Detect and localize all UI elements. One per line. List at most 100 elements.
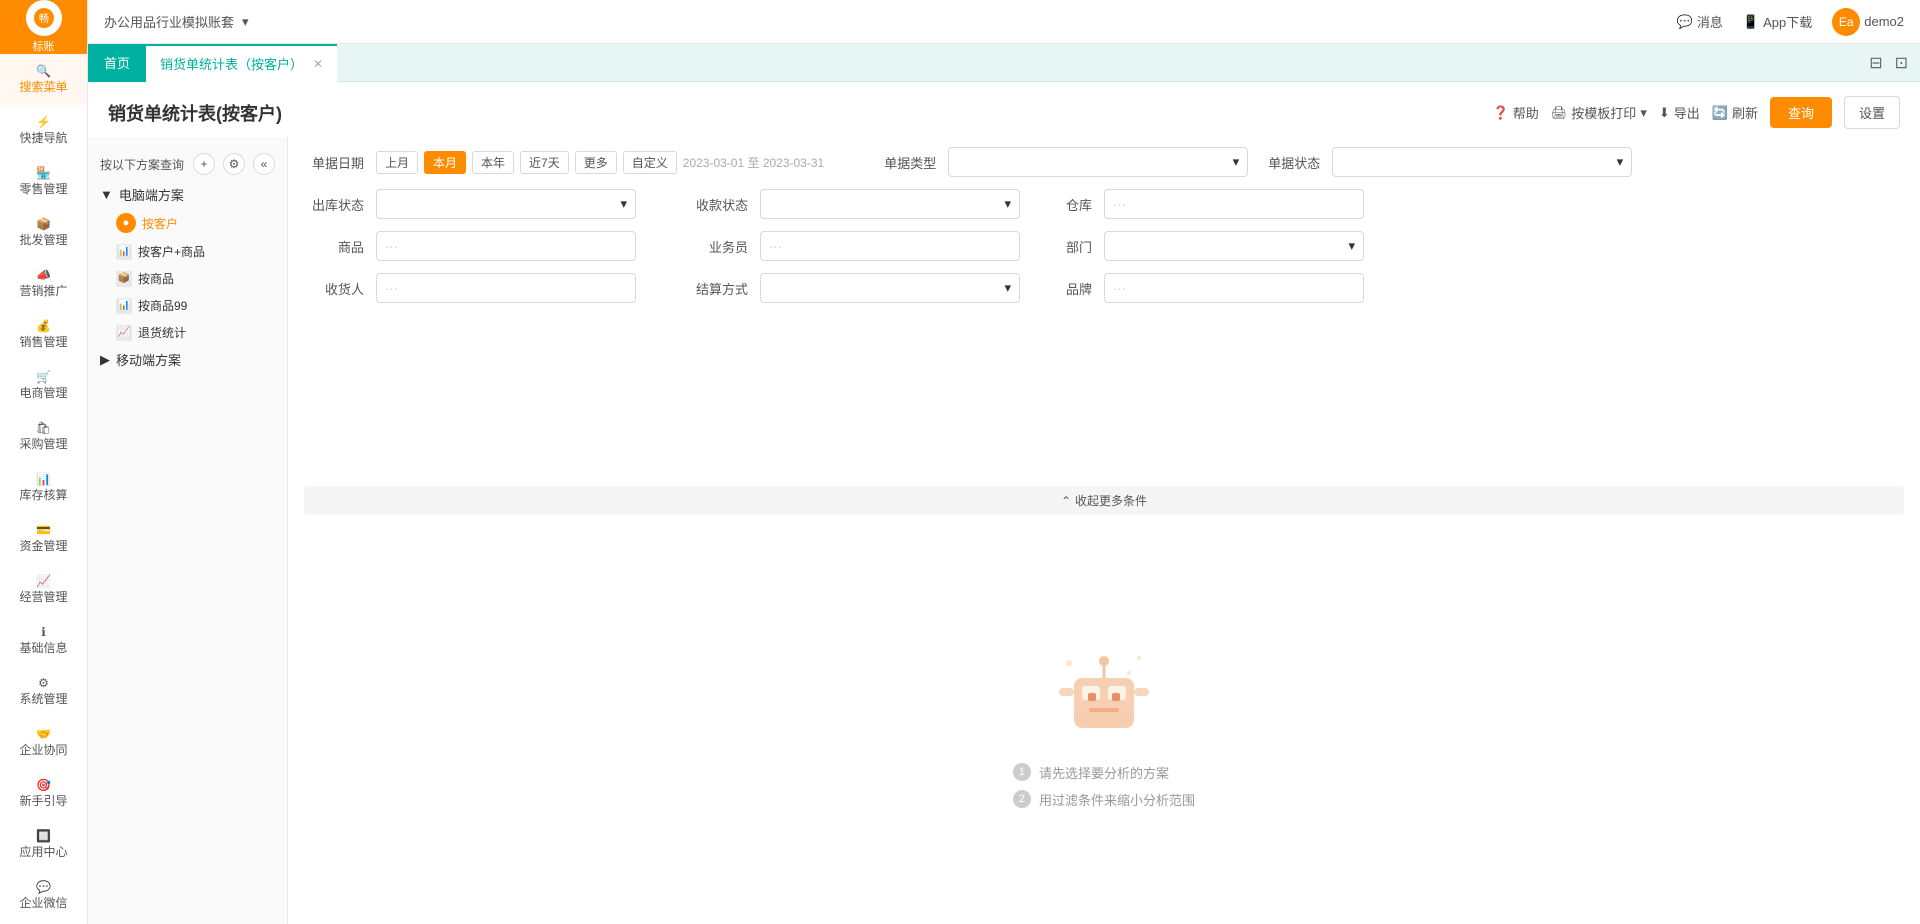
marketing-label: 营销推广: [19, 282, 67, 299]
salesperson-more: ···: [769, 239, 782, 254]
sidebar-item-quicknav[interactable]: ⚡ 快捷导航: [0, 105, 87, 156]
sidebar-item-cooperation[interactable]: 🤝 企业协同: [0, 717, 87, 768]
payment-method-select[interactable]: ▾: [760, 273, 1020, 303]
date-btn-this-year[interactable]: 本年: [472, 151, 514, 174]
app-download-button[interactable]: 📱 App下载: [1743, 12, 1812, 31]
export-label: 导出: [1674, 103, 1700, 122]
page-title: 销货单统计表(按客户): [108, 100, 282, 126]
sidebar-item-basic[interactable]: ℹ 基础信息: [0, 615, 87, 666]
sidebar-item-appcenter[interactable]: 🔲 应用中心: [0, 819, 87, 870]
collapse-bar[interactable]: ⌃ 收起更多条件: [304, 486, 1904, 515]
sidebar-item-sales[interactable]: 💰 销售管理: [0, 309, 87, 360]
refresh-button[interactable]: 🔄 刷新: [1712, 103, 1758, 122]
tabbar: 首页 销货单统计表（按客户） ✕ ⊟ ⊡: [88, 44, 1920, 82]
print-button[interactable]: 🖨 按模板打印 ▾: [1551, 103, 1647, 122]
payment-status-select[interactable]: ▾: [760, 189, 1020, 219]
sidebar-item-marketing[interactable]: 📣 营销推广: [0, 258, 87, 309]
brand-label: 品牌: [1032, 279, 1092, 298]
hint-num-1: 1: [1013, 763, 1031, 781]
empty-illustration: [1044, 623, 1164, 743]
operation-label: 经营管理: [19, 588, 67, 605]
tree-section-pc[interactable]: ▼ 电脑端方案: [88, 181, 287, 208]
payment-status-chevron: ▾: [1004, 196, 1011, 212]
topbar-left: 办公用品行业模拟账套 ▾: [104, 12, 249, 31]
topbar: 办公用品行业模拟账套 ▾ 💬 消息 📱 App下载 Ea demo2: [88, 0, 1920, 44]
query-button[interactable]: 查询: [1770, 97, 1832, 128]
settings-button[interactable]: 设置: [1844, 96, 1900, 129]
product-input[interactable]: ···: [376, 231, 636, 261]
tab-sales-stat-label: 销货单统计表（按客户）: [160, 54, 303, 73]
message-button[interactable]: 💬 消息: [1677, 12, 1723, 31]
chart-icon2: 📊: [116, 298, 132, 314]
tab-minimize-button[interactable]: ⊟: [1865, 49, 1886, 77]
user-profile[interactable]: Ea demo2: [1832, 8, 1904, 36]
date-btn-more[interactable]: 更多: [575, 151, 617, 174]
warehouse-more: ···: [1113, 197, 1126, 212]
purchase-icon: 🛍: [36, 421, 51, 435]
date-btn-last7days[interactable]: 近7天: [520, 151, 569, 174]
brand-input[interactable]: ···: [1104, 273, 1364, 303]
collapse-panel-button[interactable]: «: [253, 153, 275, 175]
date-btn-custom[interactable]: 自定义: [623, 151, 677, 174]
tab-maximize-button[interactable]: ⊡: [1891, 49, 1912, 77]
settings-scheme-button[interactable]: ⚙: [223, 153, 245, 175]
gear-icon: ⚙: [229, 157, 240, 171]
tree-expand-icon: ▼: [100, 187, 113, 202]
empty-hint-2: 2 用过滤条件来缩小分析范围: [1013, 790, 1195, 809]
out-status-select[interactable]: ▾: [376, 189, 636, 219]
guide-icon: 🎯: [36, 778, 51, 792]
print-dropdown-icon: ▾: [1640, 105, 1647, 121]
department-select[interactable]: ▾: [1104, 231, 1364, 261]
sidebar-item-search[interactable]: 🔍 搜索菜单: [0, 54, 87, 105]
tree-collapsed-icon: ▶: [100, 352, 110, 368]
sidebar-item-inventory[interactable]: 📊 库存核算: [0, 462, 87, 513]
filter-area: 单据日期 上月 本月 本年 近7天 更多 自定义 2023-03-01 至 20…: [288, 137, 1920, 486]
date-btn-this-month[interactable]: 本月: [424, 151, 466, 174]
ecommerce-label: 电商管理: [19, 384, 67, 401]
purchase-label: 采购管理: [19, 435, 67, 452]
date-btn-last-month[interactable]: 上月: [376, 151, 418, 174]
export-button[interactable]: ⬇ 导出: [1659, 103, 1700, 122]
sidebar-item-finance[interactable]: 💳 资金管理: [0, 513, 87, 564]
hint-text-2: 用过滤条件来缩小分析范围: [1039, 790, 1195, 809]
sidebar-item-retail[interactable]: 🏪 零售管理: [0, 156, 87, 207]
tab-home[interactable]: 首页: [88, 44, 146, 82]
sales-label: 销售管理: [19, 333, 67, 350]
product-label: 商品: [304, 237, 364, 256]
sidebar-item-guide[interactable]: 🎯 新手引导: [0, 768, 87, 819]
recipient-input[interactable]: ···: [376, 273, 636, 303]
add-icon: +: [200, 157, 207, 171]
sidebar-item-ecommerce[interactable]: 🛒 电商管理: [0, 360, 87, 411]
order-status-select[interactable]: ▾: [1332, 147, 1632, 177]
brand-more: ···: [1113, 281, 1126, 296]
logo-text: 标账: [33, 38, 55, 54]
add-scheme-button[interactable]: +: [193, 153, 215, 175]
left-panel-title: 按以下方案查询: [100, 156, 184, 173]
payment-status-label: 收款状态: [688, 195, 748, 214]
scheme-by-customer[interactable]: ● 按客户: [116, 208, 287, 238]
scheme-return-stat[interactable]: 📈 退货统计: [116, 319, 287, 346]
sidebar-item-enterprise-wechat[interactable]: 💬 企业微信: [0, 870, 87, 921]
tab-sales-stat[interactable]: 销货单统计表（按客户） ✕: [146, 44, 337, 82]
salesperson-input[interactable]: ···: [760, 231, 1020, 261]
active-scheme-indicator: ●: [116, 213, 136, 233]
scheme-by-product[interactable]: 📦 按商品: [116, 265, 287, 292]
left-panel: 按以下方案查询 + ⚙ « ▼: [88, 137, 288, 924]
sidebar-item-system[interactable]: ⚙ 系统管理: [0, 666, 87, 717]
sidebar-item-purchase[interactable]: 🛍 采购管理: [0, 411, 87, 462]
warehouse-input[interactable]: ···: [1104, 189, 1364, 219]
tab-close-icon[interactable]: ✕: [313, 57, 323, 71]
scheme-by-product99-label: 按商品99: [138, 297, 187, 314]
tree-section-mobile[interactable]: ▶ 移动端方案: [88, 346, 287, 373]
scheme-by-product99[interactable]: 📊 按商品99: [116, 292, 287, 319]
order-type-select[interactable]: ▾: [948, 147, 1248, 177]
scheme-by-customer-product[interactable]: 📊 按客户+商品: [116, 238, 287, 265]
sidebar-item-operation[interactable]: 📈 经营管理: [0, 564, 87, 615]
help-button[interactable]: ❓ 帮助: [1493, 103, 1539, 122]
ecommerce-icon: 🛒: [36, 370, 51, 384]
filter-row-date: 单据日期 上月 本月 本年 近7天 更多 自定义 2023-03-01 至 20…: [304, 147, 1904, 177]
marketing-icon: 📣: [36, 268, 51, 282]
dropdown-icon[interactable]: ▾: [242, 14, 249, 30]
payment-method-chevron: ▾: [1004, 280, 1011, 296]
sidebar-item-wholesale[interactable]: 📦 批发管理: [0, 207, 87, 258]
